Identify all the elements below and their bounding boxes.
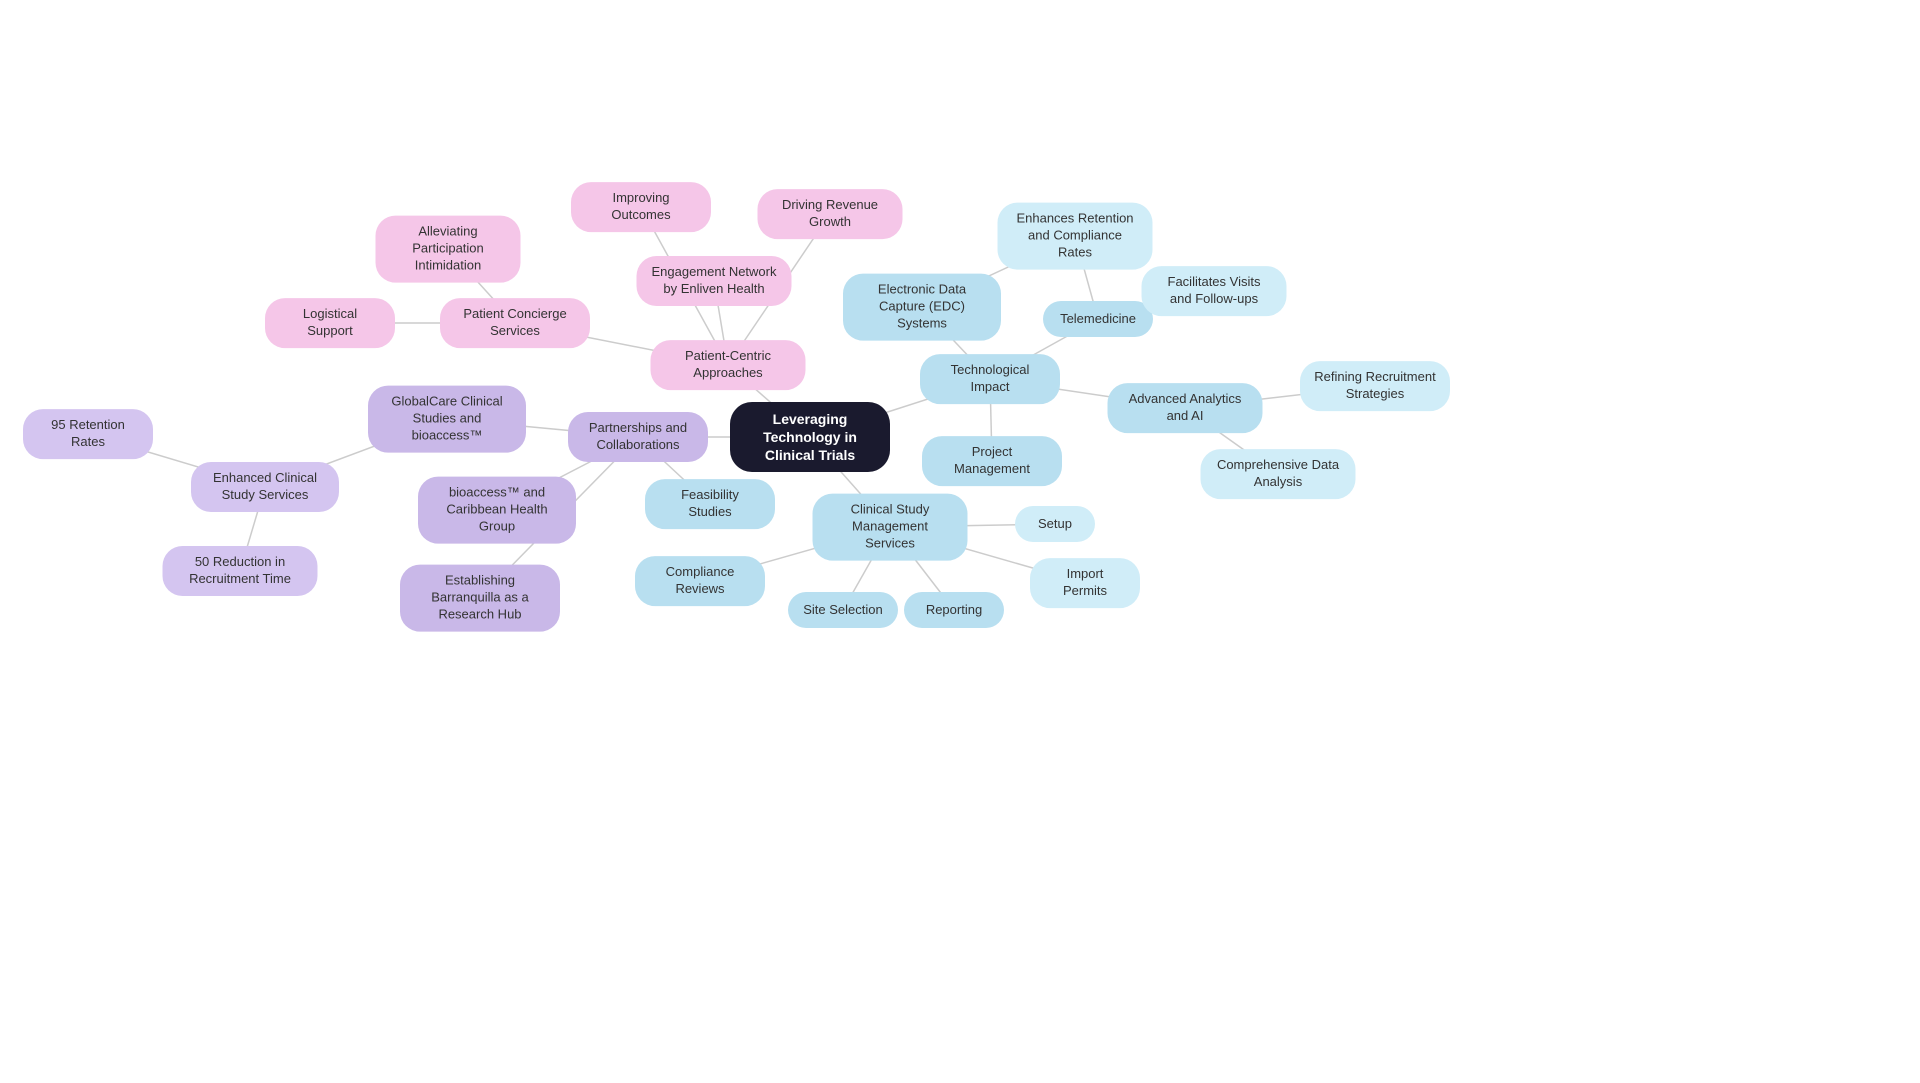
node-compliance-reviews[interactable]: Compliance Reviews (635, 556, 765, 606)
node-globalcare[interactable]: GlobalCare Clinical Studies and bioacces… (368, 386, 526, 453)
node-comprehensive-data[interactable]: Comprehensive Data Analysis (1201, 449, 1356, 499)
node-facilitates-visits[interactable]: Facilitates Visits and Follow-ups (1142, 266, 1287, 316)
node-clinical-study-management[interactable]: Clinical Study Management Services (813, 494, 968, 561)
node-reduction-recruitment[interactable]: 50 Reduction in Recruitment Time (163, 546, 318, 596)
node-retention-rates[interactable]: 95 Retention Rates (23, 409, 153, 459)
node-site-selection[interactable]: Site Selection (788, 592, 898, 628)
node-advanced-analytics[interactable]: Advanced Analytics and AI (1108, 383, 1263, 433)
node-enhances-retention[interactable]: Enhances Retention and Compliance Rates (998, 203, 1153, 270)
node-patient-concierge[interactable]: Patient Concierge Services (440, 298, 590, 348)
node-import-permits[interactable]: Import Permits (1030, 558, 1140, 608)
node-improving-outcomes[interactable]: Improving Outcomes (571, 182, 711, 232)
node-bioaccess-caribbean[interactable]: bioaccess™ and Caribbean Health Group (418, 477, 576, 544)
node-technological-impact[interactable]: Technological Impact (920, 354, 1060, 404)
node-enhanced-clinical[interactable]: Enhanced Clinical Study Services (191, 462, 339, 512)
mind-map-container: Leveraging Technology in Clinical Trials… (0, 0, 1920, 1083)
node-establishing-barranquilla[interactable]: Establishing Barranquilla as a Research … (400, 565, 560, 632)
node-setup[interactable]: Setup (1015, 506, 1095, 542)
node-reporting[interactable]: Reporting (904, 592, 1004, 628)
node-partnerships[interactable]: Partnerships and Collaborations (568, 412, 708, 462)
node-driving-revenue[interactable]: Driving Revenue Growth (758, 189, 903, 239)
node-alleviating[interactable]: Alleviating Participation Intimidation (376, 216, 521, 283)
node-edc-systems[interactable]: Electronic Data Capture (EDC) Systems (843, 274, 1001, 341)
node-patient-centric[interactable]: Patient-Centric Approaches (651, 340, 806, 390)
node-feasibility-studies[interactable]: Feasibility Studies (645, 479, 775, 529)
center-node[interactable]: Leveraging Technology in Clinical Trials (730, 402, 890, 472)
node-project-management[interactable]: Project Management (922, 436, 1062, 486)
node-engagement-network[interactable]: Engagement Network by Enliven Health (637, 256, 792, 306)
node-logistical-support[interactable]: Logistical Support (265, 298, 395, 348)
node-refining-recruitment[interactable]: Refining Recruitment Strategies (1300, 361, 1450, 411)
node-telemedicine[interactable]: Telemedicine (1043, 301, 1153, 337)
